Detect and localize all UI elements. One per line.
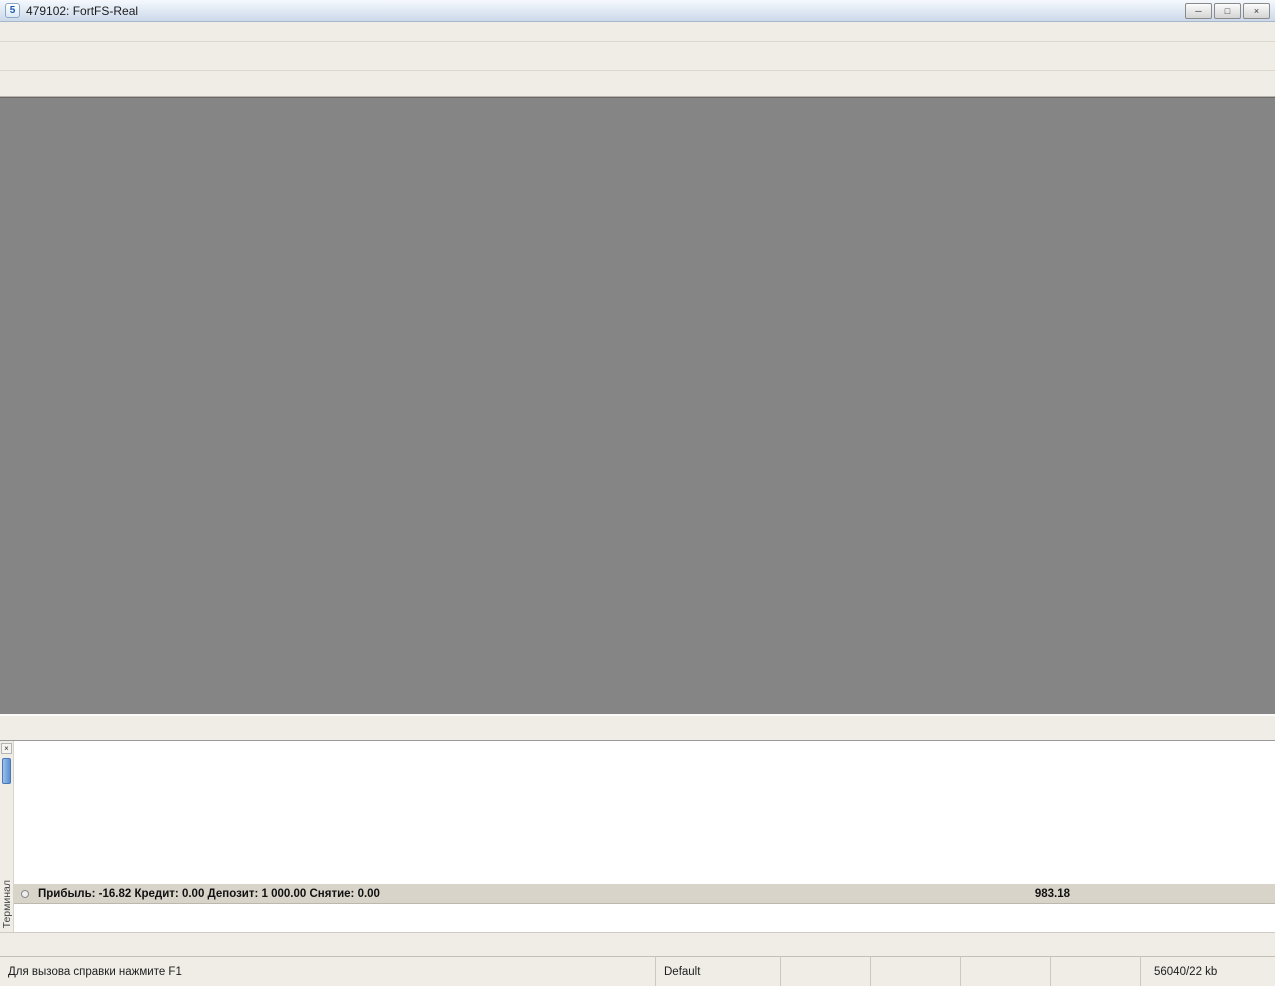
toolbar-standard xyxy=(0,42,1275,71)
maximize-button[interactable]: □ xyxy=(1214,2,1241,19)
chart-tab-bar xyxy=(0,714,1275,740)
terminal-scrollbar[interactable] xyxy=(2,758,11,784)
connection-text: 56040/22 kb xyxy=(1154,965,1218,978)
status-cell-empty xyxy=(1050,957,1140,986)
status-cell-empty xyxy=(960,957,1050,986)
close-button[interactable]: × xyxy=(1243,2,1270,19)
summary-icon xyxy=(21,889,29,898)
app-logo-icon: 5 xyxy=(5,3,20,18)
status-bar: Для вызова справки нажмите F1 Default 56… xyxy=(0,956,1275,986)
status-connection: 56040/22 kb xyxy=(1140,957,1275,986)
application-window: 5 479102: FortFS-Real ─ □ × × Терминал П… xyxy=(0,0,1275,986)
minimize-button[interactable]: ─ xyxy=(1185,2,1212,19)
status-cell-empty xyxy=(780,957,870,986)
toolbar-line-studies xyxy=(0,71,1275,97)
summary-row: Прибыль: -16.82 Кредит: 0.00 Депозит: 1 … xyxy=(14,884,1275,904)
terminal-gutter: × Терминал xyxy=(0,741,14,956)
status-profile[interactable]: Default xyxy=(655,957,780,986)
summary-text: Прибыль: -16.82 Кредит: 0.00 Депозит: 1 … xyxy=(38,887,380,900)
status-help-text: Для вызова справки нажмите F1 xyxy=(8,965,182,978)
terminal-panel: × Терминал Прибыль: -16.82 Кредит: 0.00 … xyxy=(0,740,1275,956)
menu-bar xyxy=(0,22,1275,42)
window-title: 479102: FortFS-Real xyxy=(26,3,139,18)
terminal-close-icon[interactable]: × xyxy=(1,743,12,754)
terminal-tab-bar xyxy=(0,932,1275,956)
summary-balance: 983.18 xyxy=(1034,887,1070,900)
terminal-side-label: Терминал xyxy=(1,879,13,928)
chart-workspace xyxy=(0,97,1275,714)
window-titlebar[interactable]: 5 479102: FortFS-Real ─ □ × xyxy=(0,0,1275,22)
status-cell-empty xyxy=(870,957,960,986)
